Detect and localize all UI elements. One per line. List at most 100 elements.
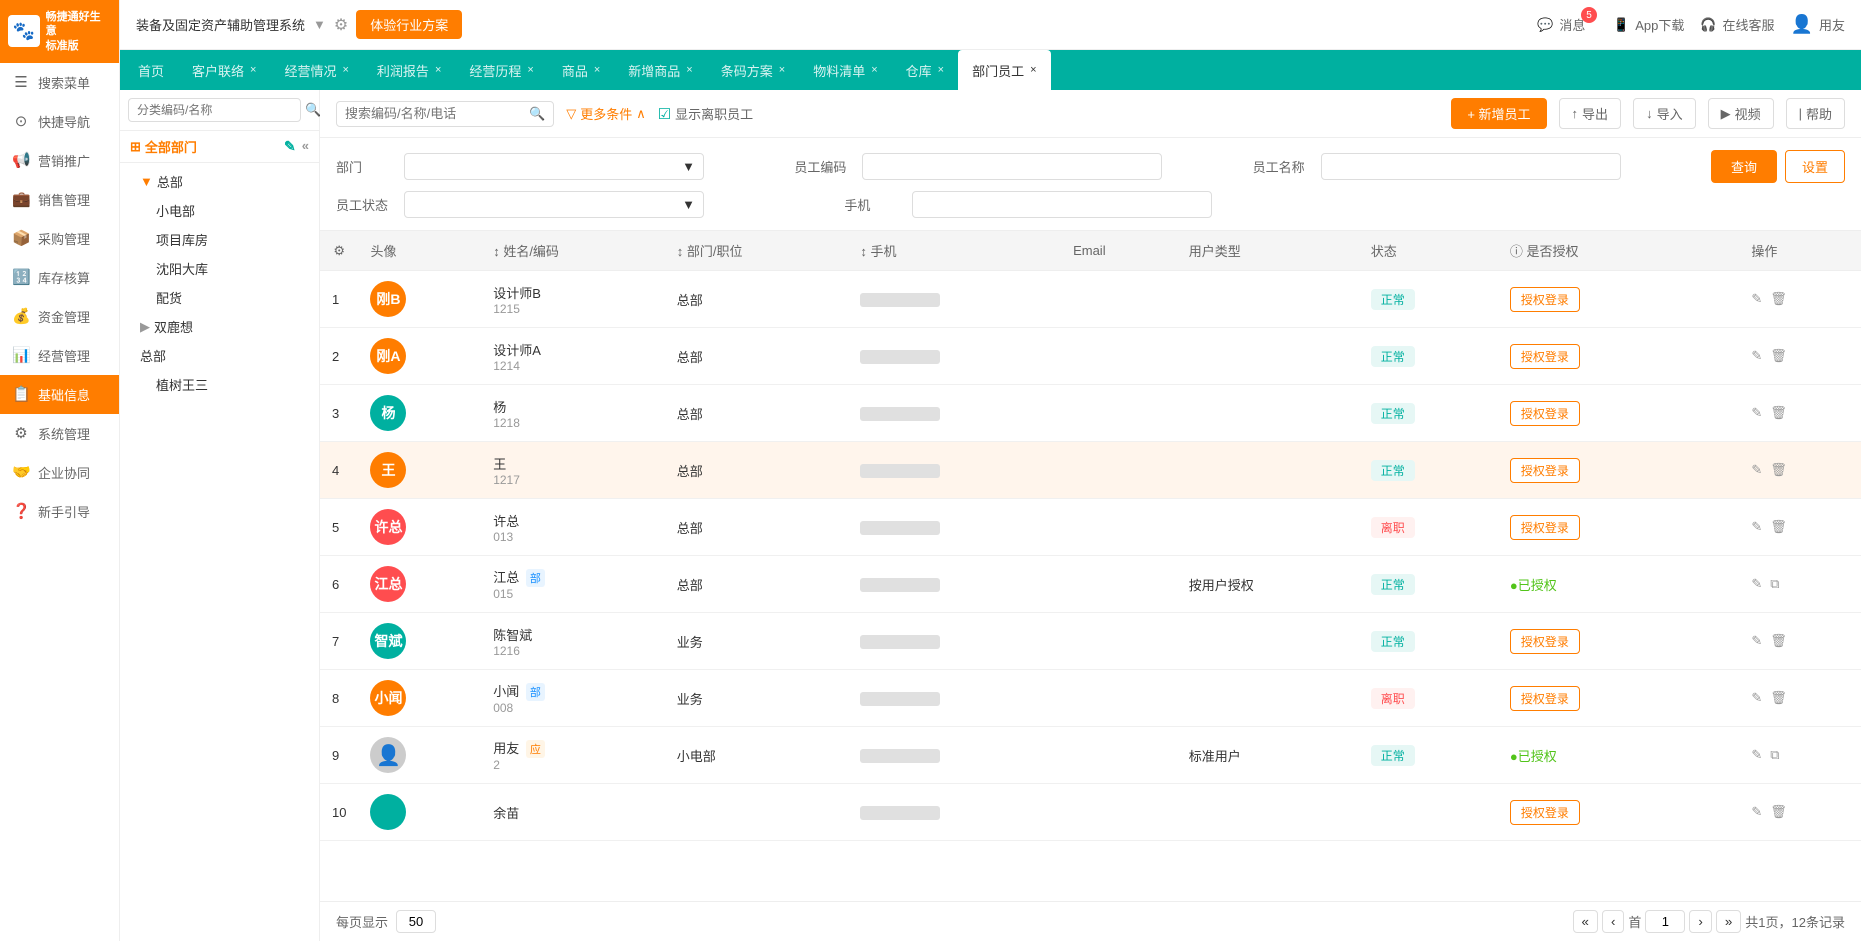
dept-item-zhishu[interactable]: 植树王三 bbox=[120, 370, 319, 399]
edit-icon[interactable]: ✎ bbox=[1751, 576, 1762, 592]
tab-warehouse[interactable]: 仓库 × bbox=[892, 50, 958, 90]
last-page-btn[interactable]: » bbox=[1716, 910, 1741, 933]
sidebar-item-finance[interactable]: 💰 资金管理 bbox=[0, 297, 119, 336]
auth-btn[interactable]: 授权登录 bbox=[1510, 458, 1580, 483]
tab-close-goods[interactable]: × bbox=[594, 64, 600, 76]
sidebar-item-guide[interactable]: ❓ 新手引导 bbox=[0, 492, 119, 531]
tab-close-new-goods[interactable]: × bbox=[686, 64, 692, 76]
edit-icon[interactable]: ✎ bbox=[1751, 348, 1762, 364]
add-employee-btn[interactable]: + 新增员工 bbox=[1451, 98, 1546, 129]
dept-collapse-icon[interactable]: « bbox=[302, 138, 309, 155]
edit-icon[interactable]: ✎ bbox=[1751, 747, 1762, 763]
delete-icon[interactable]: 🗑 bbox=[1770, 348, 1787, 364]
first-page-btn[interactable]: « bbox=[1573, 910, 1598, 933]
auth-btn[interactable]: 授权登录 bbox=[1510, 344, 1580, 369]
edit-icon[interactable]: ✎ bbox=[1751, 462, 1762, 478]
dept-item-shuanglu[interactable]: ▶ 双鹿想 bbox=[120, 312, 319, 341]
tab-barcode[interactable]: 条码方案 × bbox=[707, 50, 799, 90]
auth-btn[interactable]: 授权登录 bbox=[1510, 287, 1580, 312]
tab-history[interactable]: 经营历程 × bbox=[455, 50, 547, 90]
filter-more-btn[interactable]: ▽ 更多条件 ∧ bbox=[566, 104, 646, 123]
sidebar-item-marketing[interactable]: 📢 营销推广 bbox=[0, 141, 119, 180]
next-page-btn[interactable]: › bbox=[1689, 910, 1711, 933]
dept-search-input[interactable] bbox=[128, 98, 301, 122]
delete-icon[interactable]: 🗑 bbox=[1770, 462, 1787, 478]
tab-customer[interactable]: 客户联络 × bbox=[178, 50, 270, 90]
query-btn[interactable]: 查询 bbox=[1711, 150, 1777, 183]
tab-close-bom[interactable]: × bbox=[871, 64, 877, 76]
dept-search-icon[interactable]: 🔍 bbox=[305, 102, 321, 118]
edit-icon[interactable]: ✎ bbox=[1751, 519, 1762, 535]
app-download-group[interactable]: 📱 App下载 bbox=[1613, 15, 1684, 34]
sidebar-item-nav[interactable]: ⊙ 快捷导航 bbox=[0, 102, 119, 141]
filter-search-input[interactable] bbox=[345, 106, 525, 121]
delete-icon[interactable]: 🗑 bbox=[1770, 804, 1787, 820]
edit-icon[interactable]: ✎ bbox=[1751, 690, 1762, 706]
export-btn[interactable]: ↑ 导出 bbox=[1559, 98, 1622, 129]
current-page-input[interactable] bbox=[1645, 910, 1685, 933]
delete-icon[interactable]: 🗑 bbox=[1770, 519, 1787, 535]
tab-close-history[interactable]: × bbox=[527, 64, 533, 76]
auth-btn[interactable]: 授权登录 bbox=[1510, 401, 1580, 426]
auth-btn[interactable]: 授权登录 bbox=[1510, 686, 1580, 711]
edit-icon[interactable]: ✎ bbox=[1751, 633, 1762, 649]
tab-home[interactable]: 首页 bbox=[124, 50, 178, 90]
sidebar-item-search[interactable]: ☰ 搜索菜单 bbox=[0, 63, 119, 102]
import-btn[interactable]: ↓ 导入 bbox=[1633, 98, 1696, 129]
delete-icon[interactable]: 🗑 bbox=[1770, 690, 1787, 706]
filter-show-inactive[interactable]: ☑ 显示离职员工 bbox=[658, 104, 753, 123]
copy-icon[interactable]: ⧉ bbox=[1770, 747, 1779, 763]
tab-goods[interactable]: 商品 × bbox=[548, 50, 614, 90]
dept-item-shenyang[interactable]: 沈阳大库 bbox=[120, 254, 319, 283]
delete-icon[interactable]: 🗑 bbox=[1770, 633, 1787, 649]
tab-close-customer[interactable]: × bbox=[250, 64, 256, 76]
dept-item-xiangmu[interactable]: 项目库房 bbox=[120, 225, 319, 254]
set-btn[interactable]: 设置 bbox=[1785, 150, 1845, 183]
tab-new-goods[interactable]: 新增商品 × bbox=[614, 50, 706, 90]
tab-profit[interactable]: 利润报告 × bbox=[363, 50, 455, 90]
phone-input[interactable] bbox=[912, 191, 1212, 218]
emp-name-input[interactable] bbox=[1321, 153, 1621, 180]
tab-close-operation[interactable]: × bbox=[342, 64, 348, 76]
dropdown-icon[interactable]: ▼ bbox=[313, 17, 326, 32]
tab-operation-status[interactable]: 经营情况 × bbox=[270, 50, 362, 90]
message-group[interactable]: 💬 消息 5 bbox=[1537, 15, 1597, 34]
dept-item-zongbu2[interactable]: 总部 bbox=[120, 341, 319, 370]
auth-btn[interactable]: 授权登录 bbox=[1510, 515, 1580, 540]
tab-close-warehouse[interactable]: × bbox=[938, 64, 944, 76]
edit-icon[interactable]: ✎ bbox=[1751, 405, 1762, 421]
auth-btn[interactable]: 授权登录 bbox=[1510, 800, 1580, 825]
view-btn[interactable]: ▶ 视频 bbox=[1708, 98, 1774, 129]
dept-item-zongbu-parent[interactable]: ▼ 总部 bbox=[120, 167, 319, 196]
settings-icon[interactable]: ⚙ bbox=[334, 15, 348, 35]
filter-search-icon[interactable]: 🔍 bbox=[529, 106, 545, 122]
sidebar-item-system[interactable]: ⚙ 系统管理 bbox=[0, 414, 119, 453]
help-btn[interactable]: | 帮助 bbox=[1786, 98, 1845, 129]
dept-edit-icon[interactable]: ✎ bbox=[284, 138, 296, 155]
sidebar-item-company[interactable]: 🤝 企业协同 bbox=[0, 453, 119, 492]
sidebar-item-sales[interactable]: 💼 销售管理 bbox=[0, 180, 119, 219]
delete-icon[interactable]: 🗑 bbox=[1770, 405, 1787, 421]
edit-icon[interactable]: ✎ bbox=[1751, 291, 1762, 307]
prev-page-btn[interactable]: ‹ bbox=[1602, 910, 1624, 933]
tab-close-dept[interactable]: × bbox=[1030, 64, 1036, 76]
emp-code-input[interactable] bbox=[862, 153, 1162, 180]
delete-icon[interactable]: 🗑 bbox=[1770, 291, 1787, 307]
tab-bom[interactable]: 物料清单 × bbox=[799, 50, 891, 90]
sidebar-item-basic[interactable]: 📋 基础信息 bbox=[0, 375, 119, 414]
edit-icon[interactable]: ✎ bbox=[1751, 804, 1762, 820]
per-page-input[interactable] bbox=[396, 910, 436, 933]
online-service-group[interactable]: 🎧 在线客服 bbox=[1700, 15, 1774, 34]
dept-item-peihuo[interactable]: 配货 bbox=[120, 283, 319, 312]
copy-icon[interactable]: ⧉ bbox=[1770, 576, 1779, 592]
experience-btn[interactable]: 体验行业方案 bbox=[356, 10, 462, 39]
tab-close-profit[interactable]: × bbox=[435, 64, 441, 76]
auth-btn[interactable]: 授权登录 bbox=[1510, 629, 1580, 654]
sidebar-item-operation[interactable]: 📊 经营管理 bbox=[0, 336, 119, 375]
dept-item-xiaodibu[interactable]: 小电部 bbox=[120, 196, 319, 225]
tab-dept-employee[interactable]: 部门员工 × bbox=[958, 50, 1050, 90]
tab-close-barcode[interactable]: × bbox=[779, 64, 785, 76]
user-group[interactable]: 👤 用友 bbox=[1791, 14, 1845, 35]
sidebar-item-purchase[interactable]: 📦 采购管理 bbox=[0, 219, 119, 258]
status-select[interactable]: ▼ bbox=[404, 191, 704, 218]
